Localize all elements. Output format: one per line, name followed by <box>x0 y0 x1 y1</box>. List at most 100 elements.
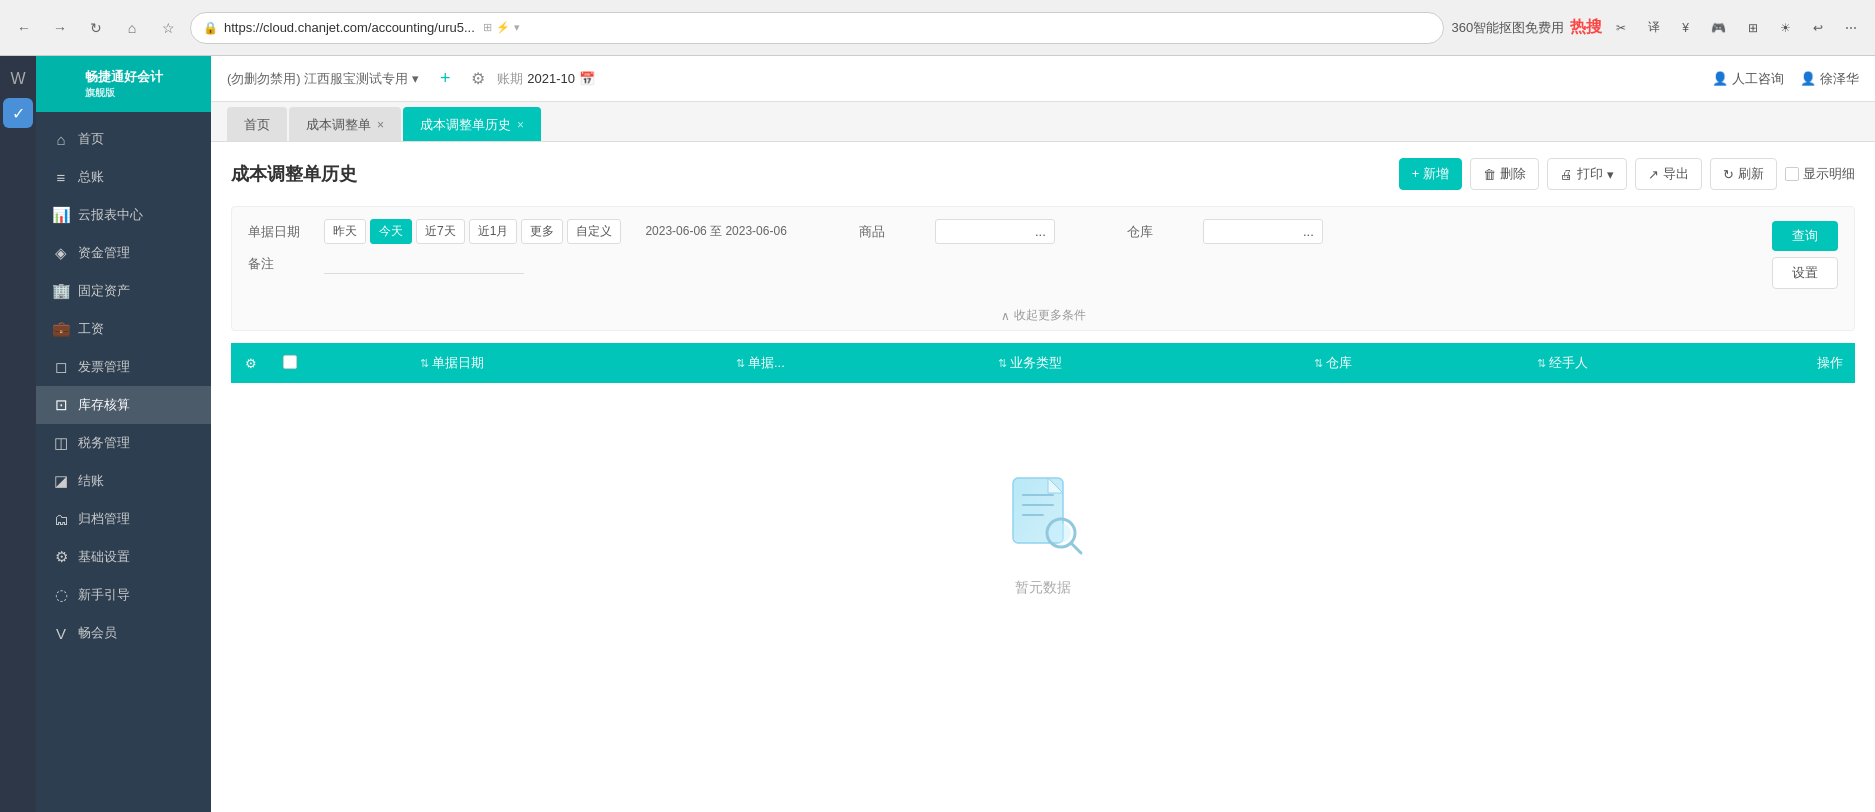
tab-home[interactable]: 首页 <box>227 107 287 141</box>
note-label: 备注 <box>248 255 308 273</box>
sidebar-item-bookkeeping-label: 结账 <box>78 472 104 490</box>
warehouse-select[interactable]: ... <box>1203 219 1323 244</box>
col-handler[interactable]: 经手人 <box>1525 343 1795 383</box>
tab-cost-adjust[interactable]: 成本调整单 × <box>289 107 401 141</box>
date-opt-custom[interactable]: 自定义 <box>567 219 621 244</box>
export-icon: ↗ <box>1648 167 1659 182</box>
address-bar[interactable]: 🔒 https://cloud.chanjet.com/accounting/u… <box>190 12 1444 44</box>
date-range: 2023-06-06 至 2023-06-06 <box>645 223 786 240</box>
filter-section: 单据日期 昨天 今天 近7天 近1月 更多 自定义 2023-06-06 至 2… <box>231 206 1855 331</box>
icon-bar-weibo[interactable]: W <box>3 64 33 94</box>
company-selector[interactable]: (勿删勿禁用) 江西服宝测试专用 ▾ <box>227 70 419 88</box>
sidebar-item-inventory[interactable]: ⊡ 库存核算 <box>36 386 211 424</box>
more-btn[interactable]: ⋯ <box>1837 17 1865 39</box>
page-content: 成本调整单历史 + 新增 🗑 删除 🖨 打印 ▾ ↗ 导出 <box>211 142 1875 812</box>
sidebar-item-ledger[interactable]: ≡ 总账 <box>36 158 211 196</box>
sidebar-item-tax[interactable]: ◫ 税务管理 <box>36 424 211 462</box>
wages-icon: 💼 <box>52 320 70 338</box>
reload-button[interactable]: ↻ <box>82 14 110 42</box>
refresh-btn[interactable]: ↻ 刷新 <box>1710 158 1777 190</box>
sidebar-item-reports[interactable]: 📊 云报表中心 <box>36 196 211 234</box>
date-opt-more[interactable]: 更多 <box>521 219 563 244</box>
main-content: (勿删勿禁用) 江西服宝测试专用 ▾ + ⚙ 账期 2021-10 📅 👤 人工… <box>211 56 1875 812</box>
settings-icon[interactable]: ⚙ <box>471 69 485 88</box>
print-dropdown-icon[interactable]: ▾ <box>1607 167 1614 182</box>
goods-select[interactable]: ... <box>935 219 1055 244</box>
empty-text: 暂元数据 <box>1015 579 1071 597</box>
col-biz-type[interactable]: 业务类型 <box>986 343 1302 383</box>
col-settings[interactable]: ⚙ <box>231 343 271 383</box>
filter-left-col: 单据日期 昨天 今天 近7天 近1月 更多 自定义 2023-06-06 至 2… <box>248 219 1752 289</box>
col-date[interactable]: 单据日期 <box>408 343 724 383</box>
tab-cost-adjust-history-close[interactable]: × <box>517 118 524 132</box>
period-label: 账期 <box>497 70 523 88</box>
svg-point-6 <box>1051 523 1071 543</box>
hot-search-label: 热搜 <box>1570 17 1602 38</box>
sidebar-item-invoices-label: 发票管理 <box>78 358 130 376</box>
top-bar-left: (勿删勿禁用) 江西服宝测试专用 ▾ + ⚙ 账期 2021-10 📅 <box>227 65 595 93</box>
scissors-btn[interactable]: ✂ <box>1608 17 1634 39</box>
sidebar-item-wages[interactable]: 💼 工资 <box>36 310 211 348</box>
url-text: https://cloud.chanjet.com/accounting/uru… <box>224 20 475 35</box>
lock-icon: 🔒 <box>203 21 218 35</box>
col-warehouse[interactable]: 仓库 <box>1302 343 1525 383</box>
sidebar-item-invoices[interactable]: ◻ 发票管理 <box>36 348 211 386</box>
dropdown-icon[interactable]: ▾ <box>514 21 520 34</box>
ledger-icon: ≡ <box>52 169 70 186</box>
collapse-bar[interactable]: ∧ 收起更多条件 <box>232 301 1854 330</box>
translate-btn[interactable]: 译 <box>1640 15 1668 40</box>
forward-button[interactable]: → <box>46 14 74 42</box>
note-input[interactable] <box>324 254 524 274</box>
sidebar-item-home-label: 首页 <box>78 130 104 148</box>
col-number[interactable]: 单据... <box>724 343 986 383</box>
sidebar-item-settings[interactable]: ⚙ 基础设置 <box>36 538 211 576</box>
funds-icon: ◈ <box>52 244 70 262</box>
date-opt-yesterday[interactable]: 昨天 <box>324 219 366 244</box>
undo-btn[interactable]: ↩ <box>1805 17 1831 39</box>
wallet-btn[interactable]: ¥ <box>1674 17 1697 39</box>
home-button[interactable]: ⌂ <box>118 14 146 42</box>
apps-btn[interactable]: ⊞ <box>1740 17 1766 39</box>
show-cols-checkbox[interactable] <box>1785 167 1799 181</box>
date-opt-7days[interactable]: 近7天 <box>416 219 465 244</box>
tab-cost-adjust-history-label: 成本调整单历史 <box>420 116 511 134</box>
table-header: ⚙ 单据日期 单据... 业务类型 <box>231 343 1855 383</box>
top-bar: (勿删勿禁用) 江西服宝测试专用 ▾ + ⚙ 账期 2021-10 📅 👤 人工… <box>211 56 1875 102</box>
consult-label: 人工咨询 <box>1732 70 1784 88</box>
sidebar-item-bookkeeping[interactable]: ◪ 结账 <box>36 462 211 500</box>
col-checkbox[interactable] <box>271 343 408 383</box>
export-btn[interactable]: ↗ 导出 <box>1635 158 1702 190</box>
app-container: W ✓ 畅捷通好会计 旗舰版 ⌂ 首页 ≡ 总账 📊 云报表中心 ◈ <box>0 56 1875 812</box>
tab-cost-adjust-close[interactable]: × <box>377 118 384 132</box>
back-button[interactable]: ← <box>10 14 38 42</box>
date-filter-label: 单据日期 <box>248 223 308 241</box>
sidebar-item-home[interactable]: ⌂ 首页 <box>36 120 211 158</box>
user-action[interactable]: 👤 徐泽华 <box>1800 70 1859 88</box>
date-opt-today[interactable]: 今天 <box>370 219 412 244</box>
date-opt-1month[interactable]: 近1月 <box>469 219 518 244</box>
bookmark-button[interactable]: ☆ <box>154 14 182 42</box>
svg-line-7 <box>1071 543 1081 553</box>
sidebar-item-assets[interactable]: 🏢 固定资产 <box>36 272 211 310</box>
sidebar-item-vip[interactable]: V 畅会员 <box>36 614 211 652</box>
tab-cost-adjust-history[interactable]: 成本调整单历史 × <box>403 107 541 141</box>
query-btn[interactable]: 查询 <box>1772 221 1838 251</box>
filter-settings-btn[interactable]: 设置 <box>1772 257 1838 289</box>
sidebar-item-funds[interactable]: ◈ 资金管理 <box>36 234 211 272</box>
sidebar-item-archive[interactable]: 🗂 归档管理 <box>36 500 211 538</box>
warehouse-more-dots: ... <box>1303 224 1314 239</box>
consult-action[interactable]: 👤 人工咨询 <box>1712 70 1784 88</box>
icon-bar-active[interactable]: ✓ <box>3 98 33 128</box>
filter-right-btns: 查询 设置 <box>1772 219 1838 289</box>
add-company-btn[interactable]: + <box>431 65 459 93</box>
new-btn[interactable]: + 新增 <box>1399 158 1462 190</box>
delete-btn[interactable]: 🗑 删除 <box>1470 158 1539 190</box>
header-checkbox[interactable] <box>283 355 297 369</box>
sidebar-item-guide[interactable]: ◌ 新手引导 <box>36 576 211 614</box>
tab-cost-adjust-label: 成本调整单 <box>306 116 371 134</box>
settings-btn[interactable]: ☀ <box>1772 17 1799 39</box>
game-btn[interactable]: 🎮 <box>1703 17 1734 39</box>
page-actions: + 新增 🗑 删除 🖨 打印 ▾ ↗ 导出 ↻ <box>1399 158 1855 190</box>
print-btn[interactable]: 🖨 打印 ▾ <box>1547 158 1627 190</box>
logo-text: 畅捷通好会计 <box>85 68 163 86</box>
